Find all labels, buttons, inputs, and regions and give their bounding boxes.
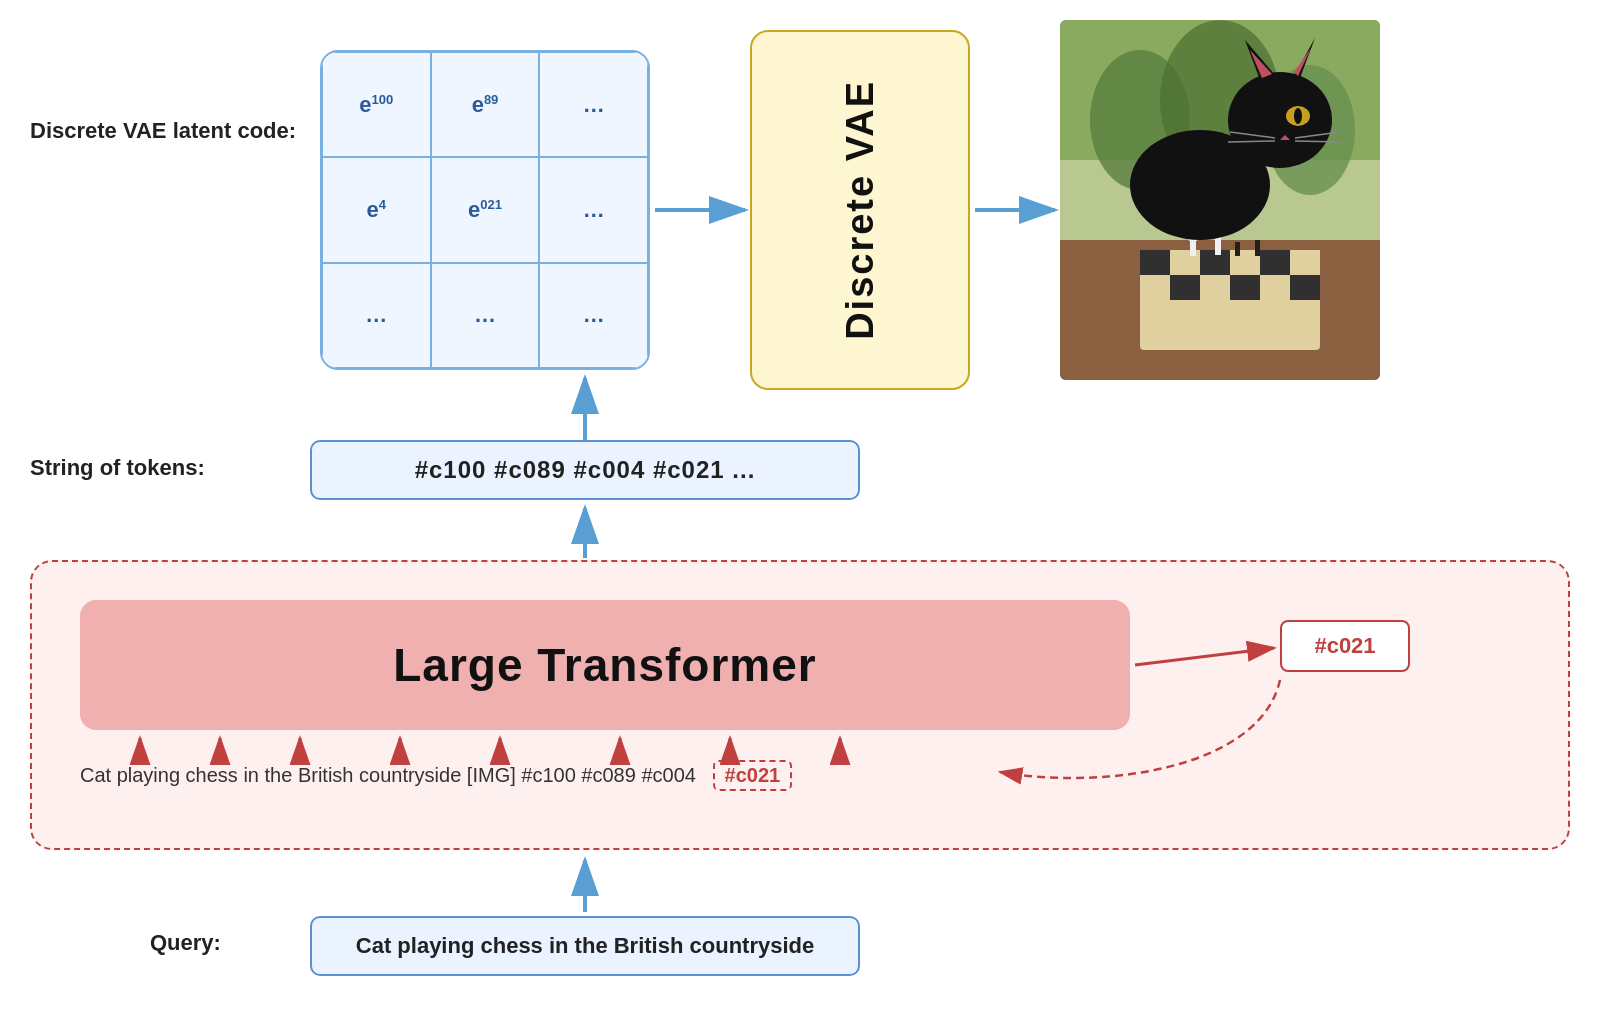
svg-line-35 [1295, 141, 1342, 142]
grid-cell-dots-2: … [539, 157, 648, 262]
tokens-box: #c100 #c089 #c004 #c021 ... [310, 440, 860, 500]
grid-cell-dots-1: … [539, 52, 648, 157]
svg-rect-11 [1260, 250, 1290, 275]
tokens-label: String of tokens: [30, 455, 205, 481]
grid-cell-e100: e100 [322, 52, 431, 157]
grid-cell-e4: e4 [322, 157, 431, 262]
query-box: Cat playing chess in the British country… [310, 916, 860, 976]
svg-rect-15 [1200, 275, 1230, 300]
svg-rect-7 [1140, 250, 1170, 275]
grid-cell-e021: e021 [431, 157, 540, 262]
svg-line-37 [1228, 141, 1275, 142]
svg-rect-24 [1255, 240, 1260, 256]
grid-cell-dots-4: … [431, 263, 540, 368]
grid-cell-dots-5: … [539, 263, 648, 368]
discrete-vae-label: Discrete VAE [839, 80, 882, 340]
svg-rect-23 [1235, 242, 1240, 256]
output-token-box: #c021 [1280, 620, 1410, 672]
svg-point-32 [1294, 108, 1302, 124]
svg-rect-14 [1170, 275, 1200, 300]
svg-rect-17 [1260, 275, 1290, 300]
svg-rect-12 [1290, 250, 1320, 275]
input-sequence: Cat playing chess in the British country… [80, 760, 792, 791]
query-label: Query: [150, 930, 221, 956]
grid-cell-dots-3: … [322, 263, 431, 368]
input-sequence-text: Cat playing chess in the British country… [80, 764, 696, 786]
svg-rect-13 [1140, 275, 1170, 300]
grid-cell-e89: e89 [431, 52, 540, 157]
svg-rect-16 [1230, 275, 1260, 300]
latent-code-label: Discrete VAE latent code: [30, 118, 296, 144]
latent-grid: e100 e89 … e4 e021 … … … … [320, 50, 650, 370]
discrete-vae-box: Discrete VAE [750, 30, 970, 390]
svg-rect-18 [1290, 275, 1320, 300]
transformer-inner-box: Large Transformer [80, 600, 1130, 730]
input-token-highlight: #c021 [713, 760, 793, 791]
cat-image [1060, 20, 1380, 380]
svg-point-26 [1228, 72, 1332, 168]
transformer-label: Large Transformer [393, 638, 816, 692]
